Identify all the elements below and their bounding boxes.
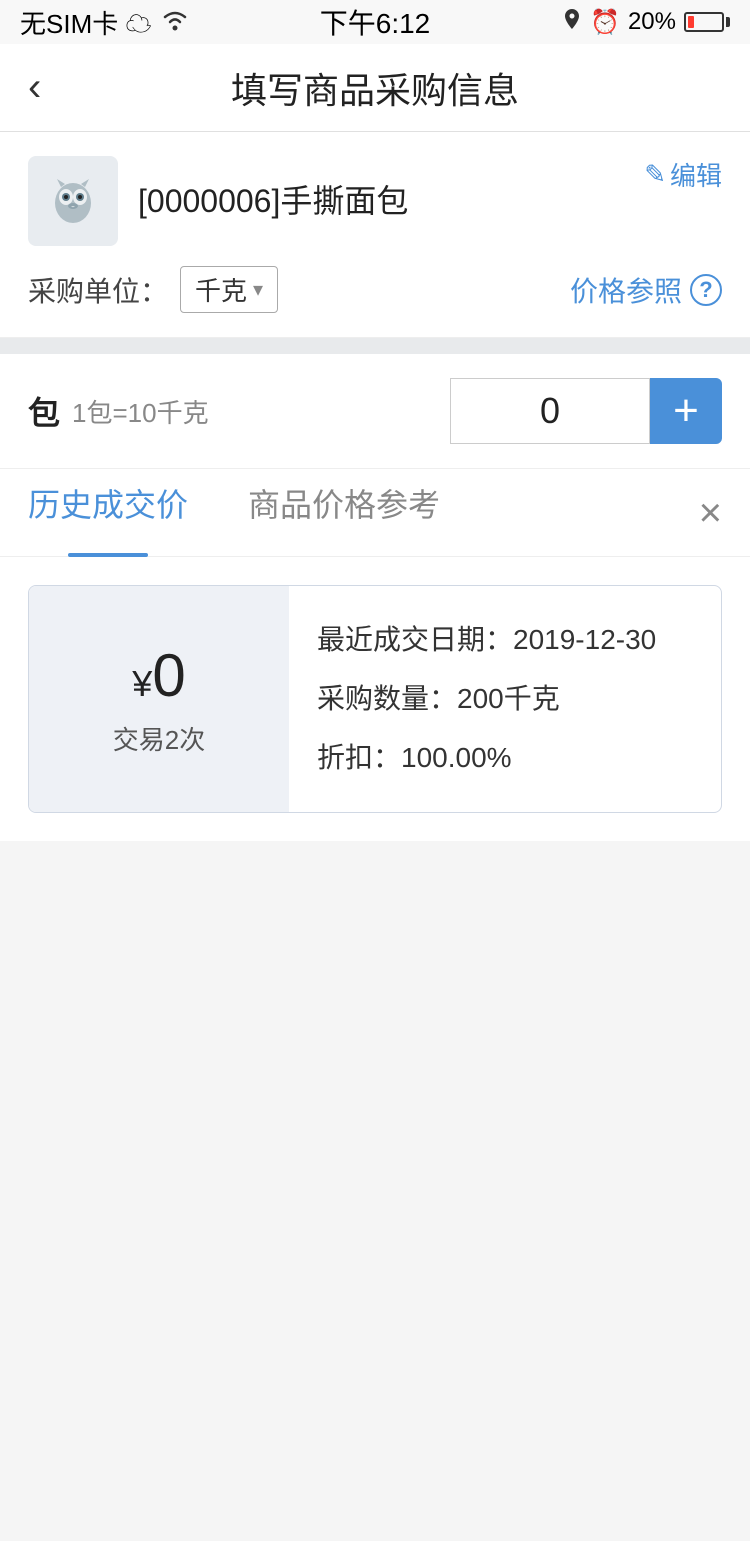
unit-label: 采购单位： [28,270,168,310]
product-card: [0000006]手撕面包 ✎ 编辑 采购单位： 千克 ▾ 价格参照 ? [0,132,750,338]
purchase-qty-label: 采购数量： [317,683,457,714]
battery-percent: 20% [628,8,676,36]
discount-row: 折扣：100.00% [317,736,693,781]
plus-icon: + [673,386,699,436]
quantity-row: 包 1包=10千克 0 + [0,354,750,469]
purchase-qty-value: 200千克 [457,683,560,714]
trade-count: 交易2次 [113,720,205,757]
chevron-down-icon: ▾ [253,277,263,302]
purchase-qty-row: 采购数量：200千克 [317,677,693,722]
main-content-area [0,841,750,1541]
price-card-wrapper: ¥0 交易2次 最近成交日期：2019-12-30 采购数量：200千克 折扣：… [0,557,750,841]
status-bar: 无SIM卡 ☁ 下午6:12 ⏰ 20% [0,0,750,44]
quantity-unit: 包 [28,388,60,434]
tab-section: 历史成交价 商品价格参考 × ¥0 交易2次 最近成交日期：2019-12-30… [0,469,750,841]
price-amount: ¥0 [132,641,185,710]
product-thumbnail [28,156,118,246]
carrier-text: 无SIM卡 ☁ [20,4,151,41]
battery-icon [684,12,730,32]
price-card-left: ¥0 交易2次 [29,586,289,812]
quantity-controls: 0 + [450,378,722,444]
tabs: 历史成交价 商品价格参考 [28,469,440,557]
nav-bar: ‹ 填写商品采购信息 [0,44,750,132]
recent-date-label: 最近成交日期： [317,624,513,655]
price-reference-link[interactable]: 价格参照 ? [570,270,722,310]
status-left: 无SIM卡 ☁ [20,4,189,41]
wifi-icon [161,7,189,38]
product-name: [0000006]手撕面包 [138,179,408,224]
tab-header: 历史成交价 商品价格参考 × [0,469,750,557]
quantity-label: 包 1包=10千克 [28,388,209,434]
tab-history-price[interactable]: 历史成交价 [28,469,188,557]
quantity-conversion: 1包=10千克 [72,393,209,430]
back-button[interactable]: ‹ [28,65,41,110]
currency-symbol: ¥ [132,663,152,704]
product-header: [0000006]手撕面包 ✎ 编辑 [28,156,722,246]
product-left: [0000006]手撕面包 [28,156,408,246]
page-title: 填写商品采购信息 [231,62,519,114]
unit-selector[interactable]: 千克 ▾ [180,266,278,313]
unit-value: 千克 [195,271,247,308]
location-icon [562,7,582,38]
status-time: 下午6:12 [320,2,431,42]
price-card-right: 最近成交日期：2019-12-30 采购数量：200千克 折扣：100.00% [289,586,721,812]
product-meta: 采购单位： 千克 ▾ 价格参照 ? [28,266,722,313]
quantity-input[interactable]: 0 [450,378,650,444]
recent-date-row: 最近成交日期：2019-12-30 [317,618,693,663]
tab-close-button[interactable]: × [699,493,722,533]
recent-date-value: 2019-12-30 [513,624,656,655]
price-card: ¥0 交易2次 最近成交日期：2019-12-30 采购数量：200千克 折扣：… [28,585,722,813]
edit-icon: ✎ [644,159,666,190]
status-right: ⏰ 20% [562,7,730,38]
alarm-icon: ⏰ [590,8,620,37]
discount-label: 折扣： [317,742,401,773]
price-ref-label: 价格参照 [570,270,682,310]
help-icon: ? [690,274,722,306]
section-divider [0,338,750,354]
edit-button[interactable]: ✎ 编辑 [644,156,722,193]
unit-row: 采购单位： 千克 ▾ [28,266,278,313]
quantity-plus-button[interactable]: + [650,378,722,444]
discount-value: 100.00% [401,742,512,773]
tab-price-reference[interactable]: 商品价格参考 [248,469,440,557]
